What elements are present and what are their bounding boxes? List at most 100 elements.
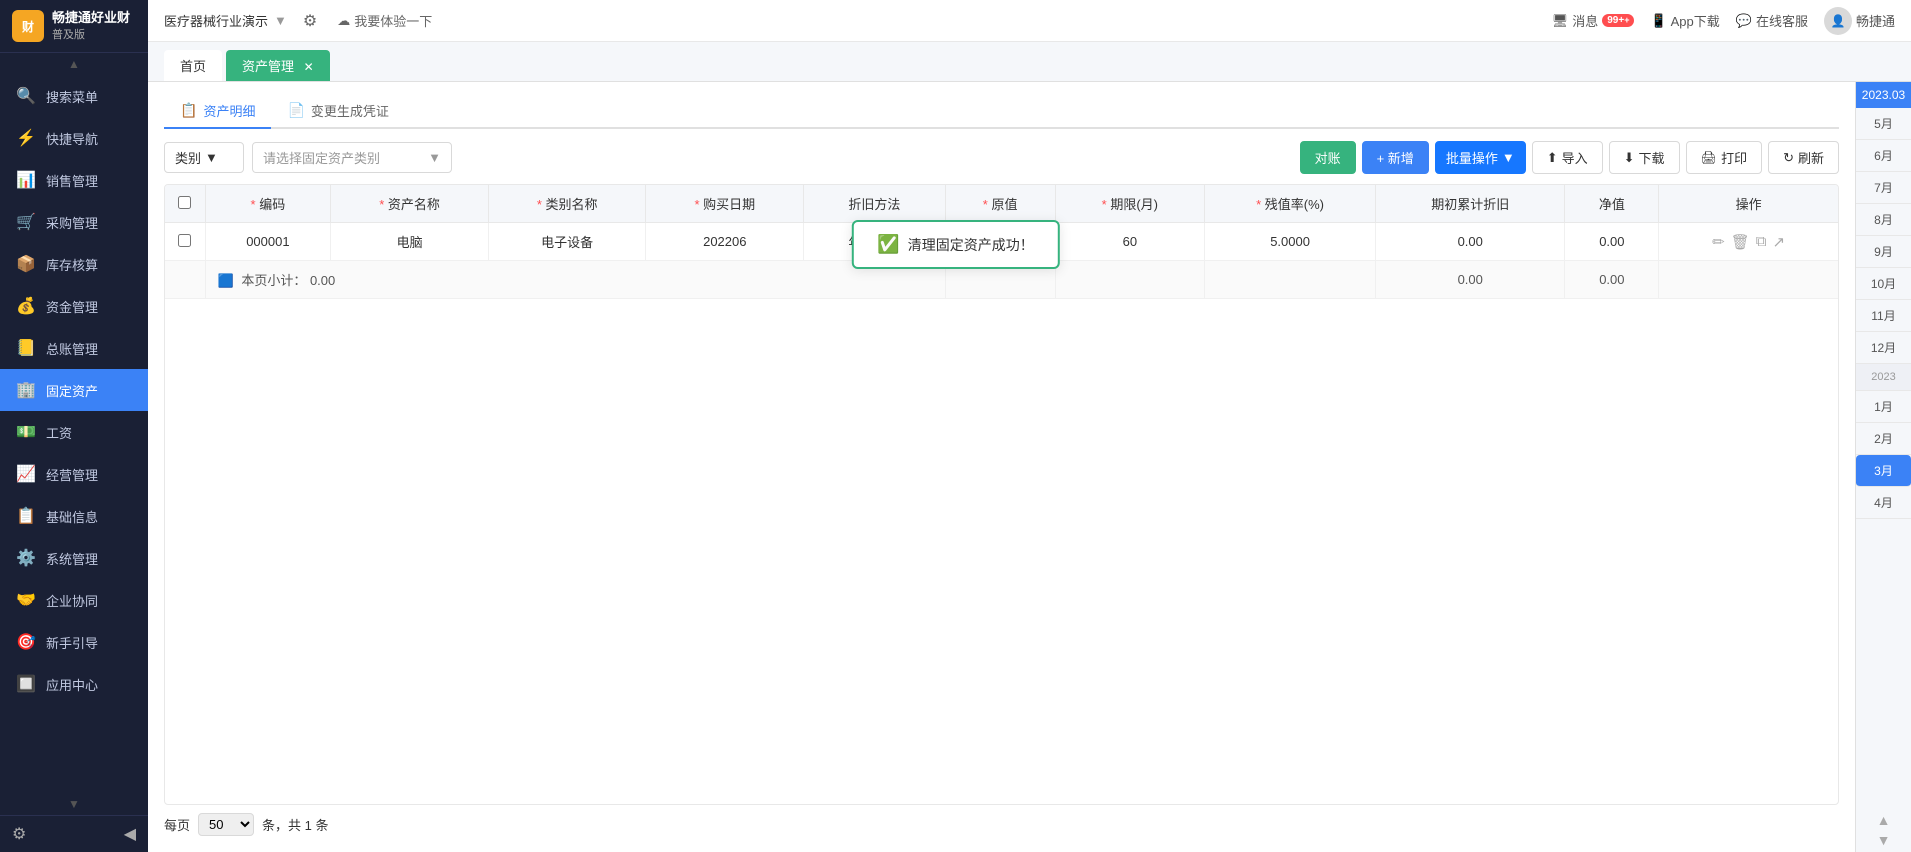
sidebar-item-payroll[interactable]: 💵 工资	[0, 411, 148, 453]
sidebar-item-operations[interactable]: 📈 经营管理	[0, 453, 148, 495]
td-residual-rate: 5.0000	[1205, 223, 1376, 261]
sidebar-item-label: 系统管理	[46, 549, 98, 568]
cal-jan[interactable]: 1月	[1856, 391, 1911, 423]
cal-sep[interactable]: 9月	[1856, 236, 1911, 268]
enterprise-icon: 🤝	[16, 590, 36, 610]
cal-aug[interactable]: 8月	[1856, 204, 1911, 236]
sidebar-item-label: 企业协同	[46, 591, 98, 610]
edit-icon[interactable]: ✏	[1712, 233, 1725, 251]
sidebar-item-inventory[interactable]: 📦 库存核算	[0, 243, 148, 285]
user-area[interactable]: 👤 畅捷通	[1824, 7, 1895, 35]
th-depreciation-method: 折旧方法	[804, 185, 946, 223]
payroll-icon: 💵	[16, 422, 36, 442]
sidebar-item-search[interactable]: 🔍 搜索菜单	[0, 75, 148, 117]
download-button[interactable]: ⬇ 下载	[1609, 141, 1680, 174]
subtotal-label-cell: 🟦 本页小计： 0.00	[205, 261, 945, 299]
sidebar-item-ledger[interactable]: 📒 总账管理	[0, 327, 148, 369]
message-button[interactable]: 🖥 消息 99++	[1552, 11, 1635, 30]
tab-home-label: 首页	[180, 59, 206, 74]
copy-icon[interactable]: ⧉	[1756, 233, 1767, 250]
sidebar-item-enterprise[interactable]: 🤝 企业协同	[0, 579, 148, 621]
table-header-row: * 编码 * 资产名称 * 类别名称 * 购买日期 折旧方法 * 原值 * 期限…	[165, 185, 1838, 223]
download-icon: 📱	[1650, 13, 1666, 29]
header-settings-icon[interactable]: ⚙	[303, 11, 317, 31]
download-label: 下载	[1639, 148, 1665, 167]
refresh-icon: ↻	[1783, 150, 1794, 166]
tab-close-icon[interactable]: ✕	[304, 60, 314, 74]
download-icon: ⬇	[1624, 150, 1635, 166]
sidebar-item-purchase[interactable]: 🛒 采购管理	[0, 201, 148, 243]
category-value-filter[interactable]: 请选择固定资产类别 ▼	[252, 142, 452, 173]
calendar-up-btn[interactable]: ▲	[1877, 812, 1891, 828]
print-button[interactable]: 🖨 打印	[1686, 141, 1763, 174]
import-button[interactable]: ⬆ 导入	[1532, 141, 1603, 174]
batch-label: 批量操作	[1446, 148, 1498, 167]
cal-nov[interactable]: 11月	[1856, 300, 1911, 332]
cal-mar[interactable]: 3月	[1856, 455, 1911, 487]
category-filter[interactable]: 类别 ▼	[164, 142, 244, 173]
page-content: 📋 资产明细 📄 变更生成凭证 类别 ▼ 请选择固定资产类别	[148, 82, 1855, 852]
reconcile-button[interactable]: 对账	[1300, 141, 1356, 174]
sidebar-item-label: 经营管理	[46, 465, 98, 484]
company-dropdown-arrow: ▼	[274, 13, 287, 28]
batch-button[interactable]: 批量操作 ▼	[1435, 141, 1526, 174]
cal-dec[interactable]: 12月	[1856, 332, 1911, 364]
tab-home[interactable]: 首页	[164, 50, 222, 81]
sidebar-item-sales[interactable]: 📊 销售管理	[0, 159, 148, 201]
th-code: * 编码	[205, 185, 331, 223]
sidebar-item-fixed-assets[interactable]: 🏢 固定资产	[0, 369, 148, 411]
refresh-button[interactable]: ↻ 刷新	[1768, 141, 1839, 174]
th-purchase-date: * 购买日期	[646, 185, 804, 223]
row-checkbox[interactable]	[178, 234, 191, 247]
calendar-down-btn[interactable]: ▼	[1877, 832, 1891, 848]
experience-button[interactable]: ☁ 我要体验一下	[337, 11, 432, 30]
guide-icon: 🎯	[16, 632, 36, 652]
new-button[interactable]: + 新增	[1362, 141, 1429, 174]
cal-feb[interactable]: 2月	[1856, 423, 1911, 455]
cloud-icon: ☁	[337, 13, 350, 29]
cal-apr[interactable]: 4月	[1856, 487, 1911, 519]
sub-tab-voucher-gen[interactable]: 📄 变更生成凭证	[271, 94, 404, 129]
sidebar-item-label: 资金管理	[46, 297, 98, 316]
settings-bottom-icon[interactable]: ⚙	[12, 824, 26, 844]
action-icons: ✏ 🗑 ⧉ ↗	[1671, 233, 1826, 251]
cal-jun[interactable]: 6月	[1856, 140, 1911, 172]
tab-asset-mgmt[interactable]: 资产管理 ✕	[226, 50, 330, 81]
sidebar-item-app-center[interactable]: 🔲 应用中心	[0, 663, 148, 705]
message-badge: 99++	[1602, 14, 1634, 27]
th-net-value: 净值	[1565, 185, 1659, 223]
cal-jul[interactable]: 7月	[1856, 172, 1911, 204]
sidebar-item-basic-info[interactable]: 📋 基础信息	[0, 495, 148, 537]
td-depreciation-method: 年限平均	[804, 223, 946, 261]
td-initial-depreciation: 0.00	[1376, 223, 1565, 261]
sidebar-item-guide[interactable]: 🎯 新手引导	[0, 621, 148, 663]
import-label: 导入	[1562, 148, 1588, 167]
th-initial-depreciation: 期初累计折旧	[1376, 185, 1565, 223]
select-all-checkbox[interactable]	[178, 196, 191, 209]
more-icon[interactable]: ↗	[1773, 233, 1786, 251]
sub-tab-asset-detail-label: 资产明细	[203, 101, 255, 120]
username-label: 畅捷通	[1856, 11, 1895, 30]
sidebar-scroll-up[interactable]: ▲	[68, 57, 80, 71]
app-download-button[interactable]: 📱 App下载	[1650, 11, 1719, 30]
sidebar-scroll-down[interactable]: ▼	[68, 797, 80, 811]
per-page-select[interactable]: 50 100 200	[198, 813, 254, 836]
sidebar-item-funds[interactable]: 💰 资金管理	[0, 285, 148, 327]
company-selector[interactable]: 医疗器械行业演示 ▼	[164, 11, 287, 30]
sidebar-item-system[interactable]: ⚙️ 系统管理	[0, 537, 148, 579]
category-placeholder: 请选择固定资产类别	[263, 148, 380, 167]
online-service-button[interactable]: 💬 在线客服	[1736, 11, 1808, 30]
subtotal-empty	[165, 261, 205, 299]
sidebar-item-quick-nav[interactable]: ⚡ 快捷导航	[0, 117, 148, 159]
delete-icon[interactable]: 🗑	[1731, 233, 1750, 251]
total-label: 条，共 1 条	[262, 815, 328, 834]
ledger-icon: 📒	[16, 338, 36, 358]
quick-nav-icon: ⚡	[16, 128, 36, 148]
sidebar-item-label: 新手引导	[46, 633, 98, 652]
cal-may[interactable]: 5月	[1856, 108, 1911, 140]
sub-tab-asset-detail[interactable]: 📋 资产明细	[164, 94, 271, 129]
calendar-header[interactable]: 2023.03	[1856, 82, 1911, 108]
cal-oct[interactable]: 10月	[1856, 268, 1911, 300]
collapse-icon[interactable]: ◀	[124, 824, 136, 844]
funds-icon: 💰	[16, 296, 36, 316]
